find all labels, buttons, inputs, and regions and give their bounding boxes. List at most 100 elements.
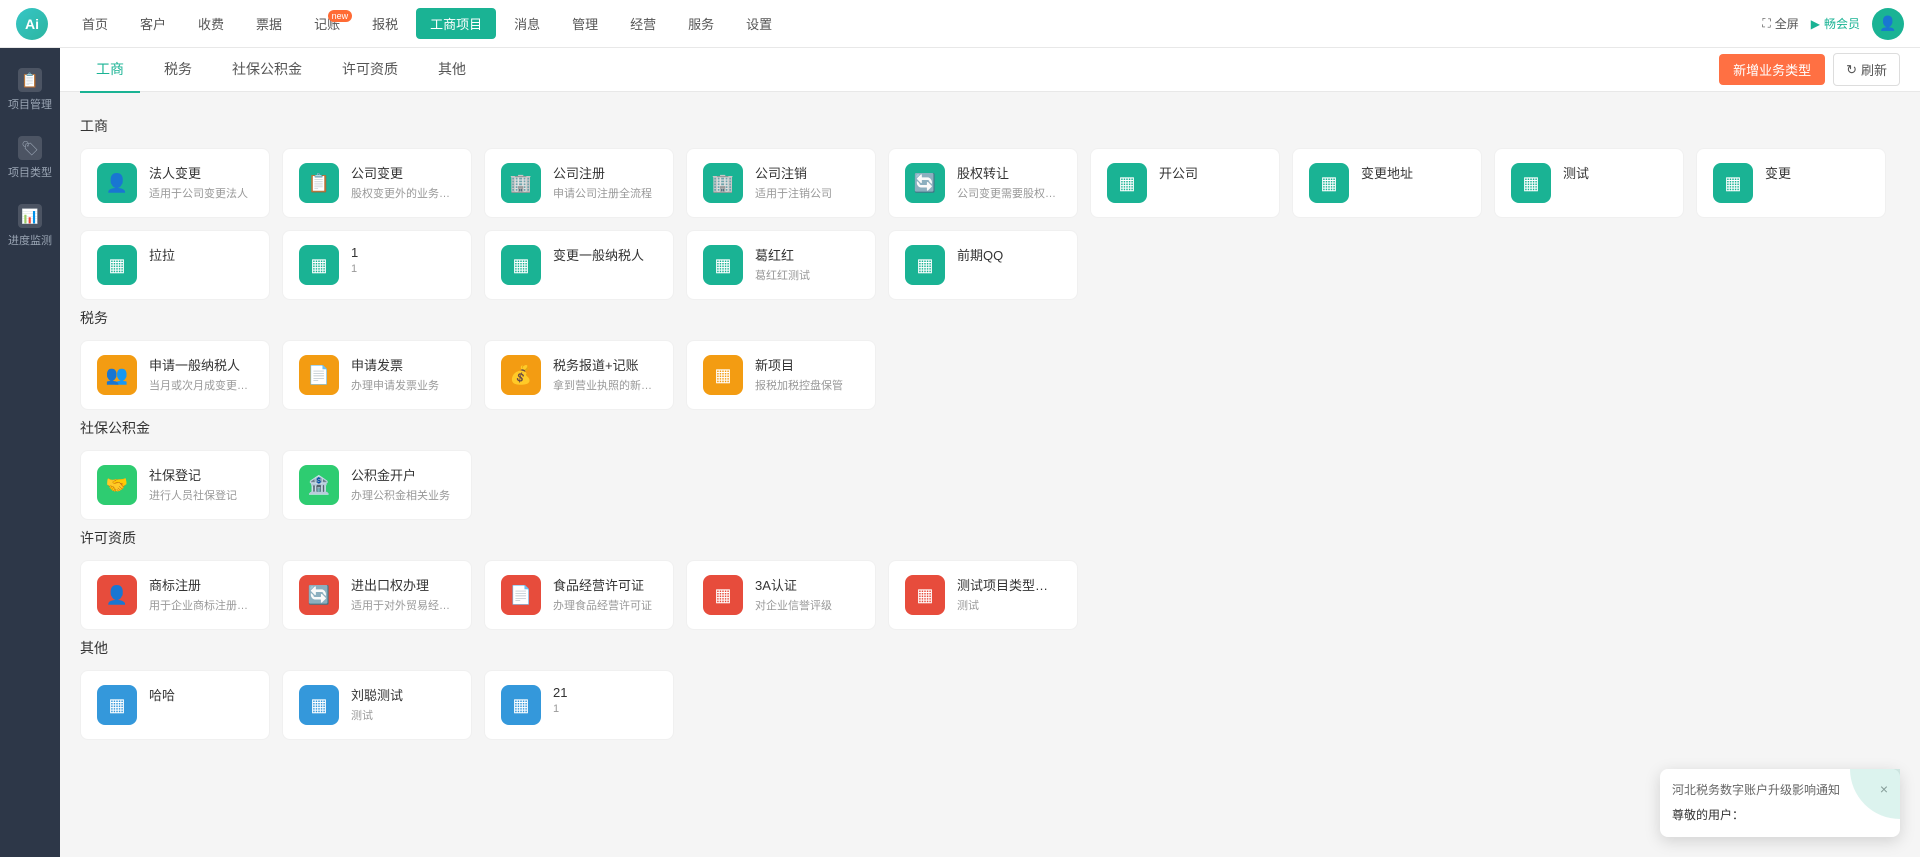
progress-monitor-icon: 📊: [18, 204, 42, 228]
3a-cert-icon: ▦: [703, 575, 743, 615]
num21-title: 21: [553, 685, 657, 700]
card-change-taxpayer[interactable]: ▦ 变更一般纳税人: [484, 230, 674, 300]
equity-transfer-icon: 🔄: [905, 163, 945, 203]
card-provident-fund[interactable]: 🏦 公积金开户 办理公积金相关业务: [282, 450, 472, 520]
test-icon: ▦: [1511, 163, 1551, 203]
food-license-title: 食品经营许可证: [553, 575, 657, 594]
sub-tab-tax[interactable]: 税务: [148, 47, 208, 93]
card-social-register[interactable]: 🤝 社保登记 进行人员社保登记: [80, 450, 270, 520]
nav-item-accounting[interactable]: 记账 new: [300, 8, 354, 39]
refresh-icon: ↻: [1846, 62, 1857, 78]
nav-item-service[interactable]: 服务: [674, 8, 728, 39]
nav-item-client[interactable]: 客户: [126, 8, 180, 39]
change2-icon: ▦: [1713, 163, 1753, 203]
sub-tab-license[interactable]: 许可资质: [326, 47, 414, 93]
card-new-project[interactable]: ▦ 新项目 报税加税控盘保管: [686, 340, 876, 410]
nav-item-billing[interactable]: 收费: [184, 8, 238, 39]
nav-item-message[interactable]: 消息: [500, 8, 554, 39]
new-project-title: 新项目: [755, 355, 859, 374]
equity-transfer-desc: 公司变更需要股权转让: [957, 185, 1061, 201]
card-num21[interactable]: ▦ 21 1: [484, 670, 674, 740]
nav-item-manage[interactable]: 管理: [558, 8, 612, 39]
change-taxpayer-icon: ▦: [501, 245, 541, 285]
project-manage-icon: 📋: [18, 68, 42, 92]
card-import-export[interactable]: 🔄 进出口权办理 适用于对外贸易经营者: [282, 560, 472, 630]
company-cancel-desc: 适用于注销公司: [755, 185, 859, 201]
industry-section-title: 工商: [80, 116, 1900, 136]
card-change-address[interactable]: ▦ 变更地址: [1292, 148, 1482, 218]
sub-tab-industry[interactable]: 工商: [80, 47, 140, 93]
provident-fund-title: 公积金开户: [351, 465, 455, 484]
new-badge: new: [328, 10, 353, 22]
user-avatar[interactable]: 👤: [1872, 8, 1904, 40]
card-trademark[interactable]: 👤 商标注册 用于企业商标注册服务: [80, 560, 270, 630]
social-security-cards-grid: 🤝 社保登记 进行人员社保登记 🏦 公积金开户 办理公积金相关业务: [80, 450, 1900, 520]
nav-item-ticket[interactable]: 票据: [242, 8, 296, 39]
card-ge-hong-hong[interactable]: ▦ 葛红红 葛红红测试: [686, 230, 876, 300]
provident-fund-icon: 🏦: [299, 465, 339, 505]
card-liu-cong-test[interactable]: ▦ 刘聪测试 测试: [282, 670, 472, 740]
vip-button[interactable]: ▶ 畅会员: [1811, 15, 1860, 32]
company-change-desc: 股权变更外的业务变更: [351, 185, 455, 201]
top-navigation: Ai 首页 客户 收费 票据 记账 new 报税 工商项目 消息 管理 经营 服…: [0, 0, 1920, 48]
card-change2[interactable]: ▦ 变更: [1696, 148, 1886, 218]
license-cards-grid: 👤 商标注册 用于企业商标注册服务 🔄 进出口权办理 适用于对外贸易经营者 📄 …: [80, 560, 1900, 630]
card-company-cancel[interactable]: 🏢 公司注销 适用于注销公司: [686, 148, 876, 218]
nav-item-home[interactable]: 首页: [68, 8, 122, 39]
sub-tab-social-security[interactable]: 社保公积金: [216, 47, 318, 93]
card-test-project-type[interactable]: ▦ 测试项目类型目定义 测试: [888, 560, 1078, 630]
card-num1[interactable]: ▦ 1 1: [282, 230, 472, 300]
company-register-icon: 🏢: [501, 163, 541, 203]
apply-taxpayer-desc: 当月或次月成变更完成: [149, 377, 253, 393]
num1-icon: ▦: [299, 245, 339, 285]
card-food-license[interactable]: 📄 食品经营许可证 办理食品经营许可证: [484, 560, 674, 630]
app-logo[interactable]: Ai: [16, 8, 48, 40]
card-apply-invoice[interactable]: 📄 申请发票 办理申请发票业务: [282, 340, 472, 410]
ge-hong-hong-title: 葛红红: [755, 245, 859, 264]
nav-item-industry[interactable]: 工商项目: [416, 8, 496, 39]
company-register-desc: 申请公司注册全流程: [553, 185, 657, 201]
card-3a-cert[interactable]: ▦ 3A认证 对企业信誉评级: [686, 560, 876, 630]
nav-item-settings[interactable]: 设置: [732, 8, 786, 39]
card-early-qq[interactable]: ▦ 前期QQ: [888, 230, 1078, 300]
add-business-type-button[interactable]: 新增业务类型: [1719, 54, 1825, 85]
card-test[interactable]: ▦ 测试: [1494, 148, 1684, 218]
sidebar-item-project-manage[interactable]: 📋 项目管理: [0, 56, 60, 124]
card-haha[interactable]: ▦ 哈哈: [80, 670, 270, 740]
refresh-button[interactable]: ↻ 刷新: [1833, 53, 1900, 86]
liu-cong-test-icon: ▦: [299, 685, 339, 725]
apply-invoice-desc: 办理申请发票业务: [351, 377, 455, 393]
card-lala[interactable]: ▦ 拉拉: [80, 230, 270, 300]
liu-cong-test-title: 刘聪测试: [351, 685, 455, 704]
trademark-desc: 用于企业商标注册服务: [149, 597, 253, 613]
sidebar-item-project-type[interactable]: 🏷 项目类型: [0, 124, 60, 192]
card-company-register[interactable]: 🏢 公司注册 申请公司注册全流程: [484, 148, 674, 218]
card-company-change[interactable]: 📋 公司变更 股权变更外的业务变更: [282, 148, 472, 218]
card-tax-report[interactable]: 💰 税务报道+记账 拿到营业执照的新公司: [484, 340, 674, 410]
company-change-icon: 📋: [299, 163, 339, 203]
import-export-desc: 适用于对外贸易经营者: [351, 597, 455, 613]
tax-report-icon: 💰: [501, 355, 541, 395]
nav-item-tax[interactable]: 报税: [358, 8, 412, 39]
social-security-section-title: 社保公积金: [80, 418, 1900, 438]
fullscreen-button[interactable]: ⛶ 全屏: [1762, 15, 1798, 32]
social-register-icon: 🤝: [97, 465, 137, 505]
card-equity-transfer[interactable]: 🔄 股权转让 公司变更需要股权转让: [888, 148, 1078, 218]
test-project-type-title: 测试项目类型目定义: [957, 575, 1061, 594]
card-open-company[interactable]: ▦ 开公司: [1090, 148, 1280, 218]
new-project-icon: ▦: [703, 355, 743, 395]
nav-item-operation[interactable]: 经营: [616, 8, 670, 39]
trademark-icon: 👤: [97, 575, 137, 615]
main-content: 工商 税务 社保公积金 许可资质 其他 新增业务类型 ↻ 刷新 工商 👤 法人变…: [60, 48, 1920, 857]
test-project-type-icon: ▦: [905, 575, 945, 615]
card-apply-taxpayer[interactable]: 👥 申请一般纳税人 当月或次月成变更完成: [80, 340, 270, 410]
food-license-icon: 📄: [501, 575, 541, 615]
card-legal-change[interactable]: 👤 法人变更 适用于公司变更法人: [80, 148, 270, 218]
industry-cards-grid: 👤 法人变更 适用于公司变更法人 📋 公司变更 股权变更外的业务变更 🏢 公司注…: [80, 148, 1900, 300]
sidebar-item-progress-monitor[interactable]: 📊 进度监测: [0, 192, 60, 260]
test-title: 测试: [1563, 163, 1667, 182]
top-nav-right: ⛶ 全屏 ▶ 畅会员 👤: [1762, 8, 1904, 40]
tax-cards-grid: 👥 申请一般纳税人 当月或次月成变更完成 📄 申请发票 办理申请发票业务 💰 税…: [80, 340, 1900, 410]
sub-tab-other[interactable]: 其他: [422, 47, 482, 93]
lala-title: 拉拉: [149, 245, 253, 264]
